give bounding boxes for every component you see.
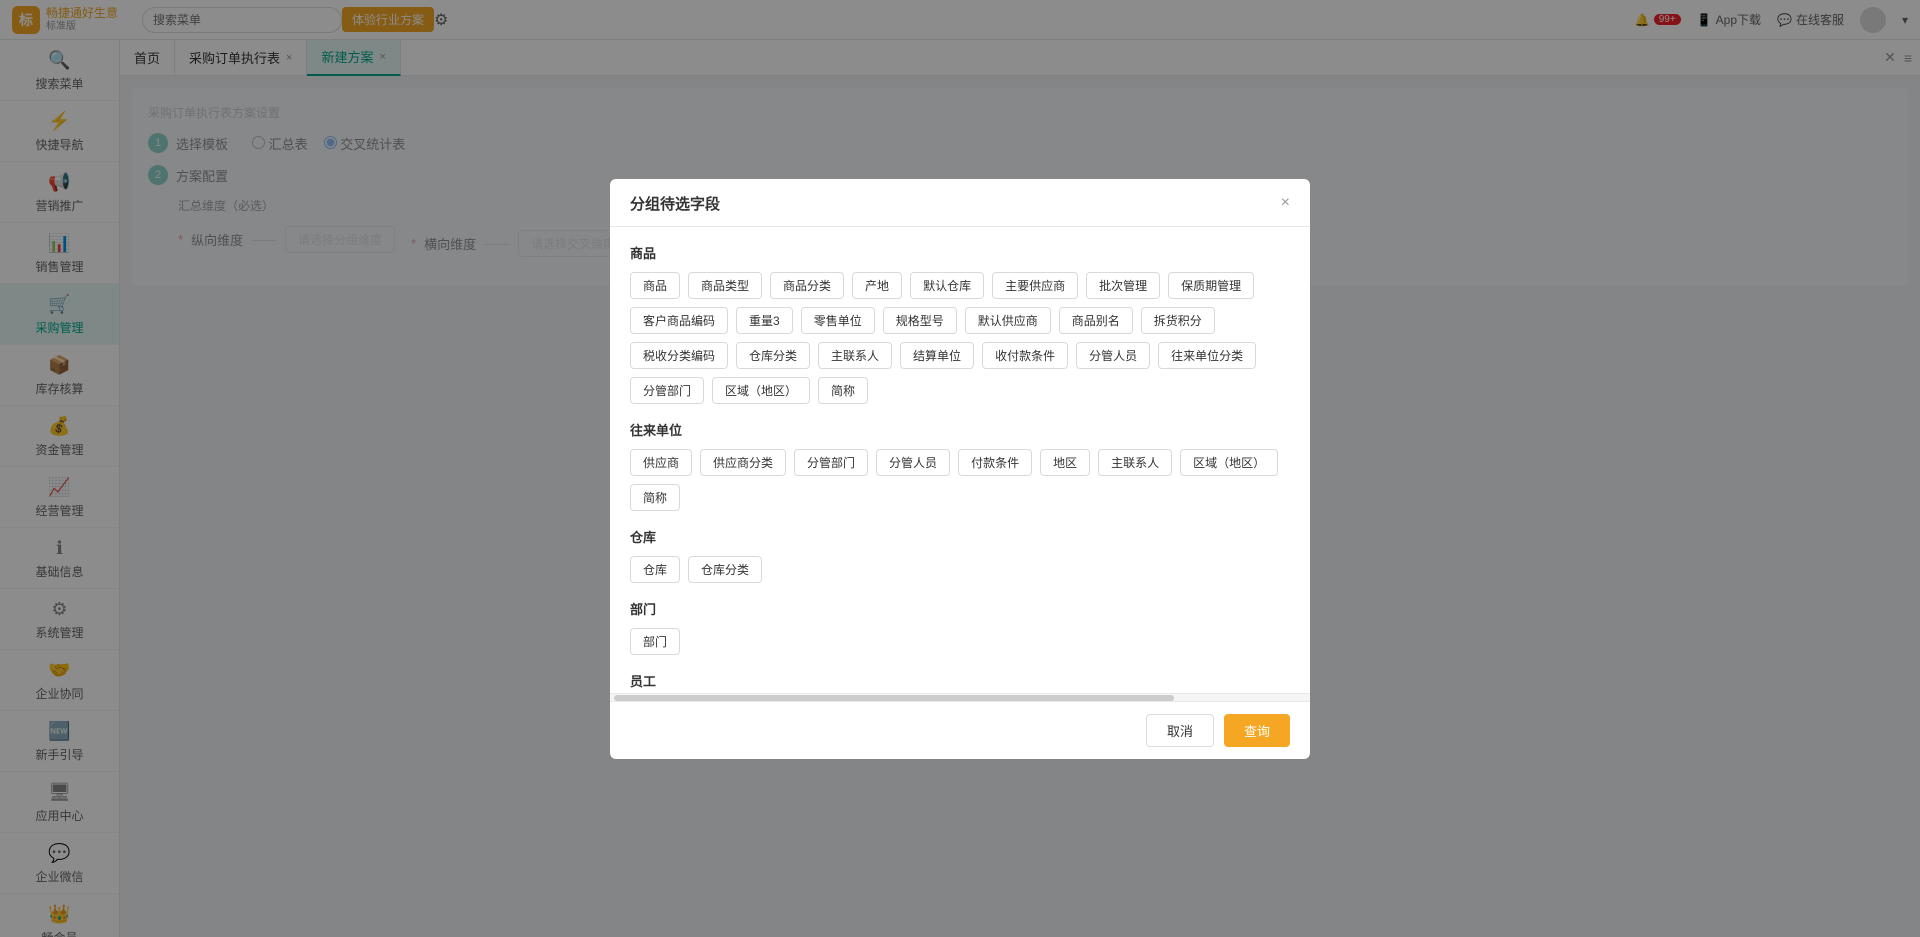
section-warehouse-title: 仓库 <box>630 527 1290 546</box>
section-warehouse: 仓库 仓库 仓库分类 <box>630 527 1290 583</box>
modal-title: 分组待选字段 <box>630 193 720 214</box>
field-tag-product-type[interactable]: 商品类型 <box>688 272 762 299</box>
modal-footer: 取消 查询 <box>610 701 1310 759</box>
section-partner: 往来单位 供应商 供应商分类 分管部门 分管人员 付款条件 地区 主联系人 区域… <box>630 420 1290 511</box>
section-dept-tags: 部门 <box>630 628 1290 655</box>
section-product-title: 商品 <box>630 243 1290 262</box>
field-tag-partner-manager[interactable]: 分管人员 <box>876 449 950 476</box>
field-tag-retail-unit[interactable]: 零售单位 <box>801 307 875 334</box>
section-dept: 部门 部门 <box>630 599 1290 655</box>
cancel-button[interactable]: 取消 <box>1146 714 1214 747</box>
modal-close-icon[interactable]: × <box>1281 195 1290 211</box>
field-tag-supplier-category[interactable]: 供应商分类 <box>700 449 786 476</box>
field-tag-supplier[interactable]: 供应商 <box>630 449 692 476</box>
section-product: 商品 商品 商品类型 商品分类 产地 默认仓库 主要供应商 批次管理 保质期管理… <box>630 243 1290 404</box>
section-warehouse-tags: 仓库 仓库分类 <box>630 556 1290 583</box>
modal-horizontal-scrollbar[interactable] <box>610 693 1310 701</box>
confirm-button[interactable]: 查询 <box>1224 714 1290 747</box>
field-tag-partner-short[interactable]: 简称 <box>630 484 680 511</box>
field-tag-batch-mgmt[interactable]: 批次管理 <box>1086 272 1160 299</box>
section-employee-title: 员工 <box>630 671 1290 690</box>
field-tag-default-supplier[interactable]: 默认供应商 <box>965 307 1051 334</box>
field-tag-split-points[interactable]: 拆货积分 <box>1141 307 1215 334</box>
field-tag-partner-contact[interactable]: 主联系人 <box>1098 449 1172 476</box>
section-employee: 员工 业务员 <box>630 671 1290 693</box>
field-tag-warehouse-category[interactable]: 仓库分类 <box>736 342 810 369</box>
field-tag-payment-terms[interactable]: 收付款条件 <box>982 342 1068 369</box>
field-tag-main-contact[interactable]: 主联系人 <box>818 342 892 369</box>
field-tag-partner-dept[interactable]: 分管部门 <box>794 449 868 476</box>
field-tag-partner-region[interactable]: 区域（地区） <box>1180 449 1278 476</box>
field-tag-shelf-life[interactable]: 保质期管理 <box>1168 272 1254 299</box>
modal-body: 商品 商品 商品类型 商品分类 产地 默认仓库 主要供应商 批次管理 保质期管理… <box>610 227 1310 693</box>
field-tag-warehouse-cat[interactable]: 仓库分类 <box>688 556 762 583</box>
field-select-modal: 分组待选字段 × 商品 商品 商品类型 商品分类 产地 默认仓库 主要供应商 批… <box>610 179 1310 759</box>
modal-overlay: 分组待选字段 × 商品 商品 商品类型 商品分类 产地 默认仓库 主要供应商 批… <box>0 0 1920 937</box>
field-tag-default-warehouse[interactable]: 默认仓库 <box>910 272 984 299</box>
modal-header: 分组待选字段 × <box>610 179 1310 227</box>
field-tag-main-supplier[interactable]: 主要供应商 <box>992 272 1078 299</box>
field-tag-spec-model[interactable]: 规格型号 <box>883 307 957 334</box>
field-tag-partner-category[interactable]: 往来单位分类 <box>1158 342 1256 369</box>
field-tag-product-alias[interactable]: 商品别名 <box>1059 307 1133 334</box>
field-tag-weight[interactable]: 重量3 <box>736 307 793 334</box>
field-tag-region[interactable]: 区域（地区） <box>712 377 810 404</box>
section-partner-title: 往来单位 <box>630 420 1290 439</box>
field-tag-tax-code[interactable]: 税收分类编码 <box>630 342 728 369</box>
field-tag-manager[interactable]: 分管人员 <box>1076 342 1150 369</box>
field-tag-dept[interactable]: 部门 <box>630 628 680 655</box>
field-tag-origin[interactable]: 产地 <box>852 272 902 299</box>
field-tag-product-category[interactable]: 商品分类 <box>770 272 844 299</box>
field-tag-warehouse[interactable]: 仓库 <box>630 556 680 583</box>
field-tag-settlement-unit[interactable]: 结算单位 <box>900 342 974 369</box>
field-tag-short-name[interactable]: 简称 <box>818 377 868 404</box>
section-dept-title: 部门 <box>630 599 1290 618</box>
field-tag-dept-managed[interactable]: 分管部门 <box>630 377 704 404</box>
section-product-tags: 商品 商品类型 商品分类 产地 默认仓库 主要供应商 批次管理 保质期管理 客户… <box>630 272 1290 404</box>
section-partner-tags: 供应商 供应商分类 分管部门 分管人员 付款条件 地区 主联系人 区域（地区） … <box>630 449 1290 511</box>
field-tag-customer-code[interactable]: 客户商品编码 <box>630 307 728 334</box>
field-tag-area[interactable]: 地区 <box>1040 449 1090 476</box>
field-tag-product[interactable]: 商品 <box>630 272 680 299</box>
field-tag-payment-cond[interactable]: 付款条件 <box>958 449 1032 476</box>
modal-hscroll-thumb <box>614 695 1174 701</box>
